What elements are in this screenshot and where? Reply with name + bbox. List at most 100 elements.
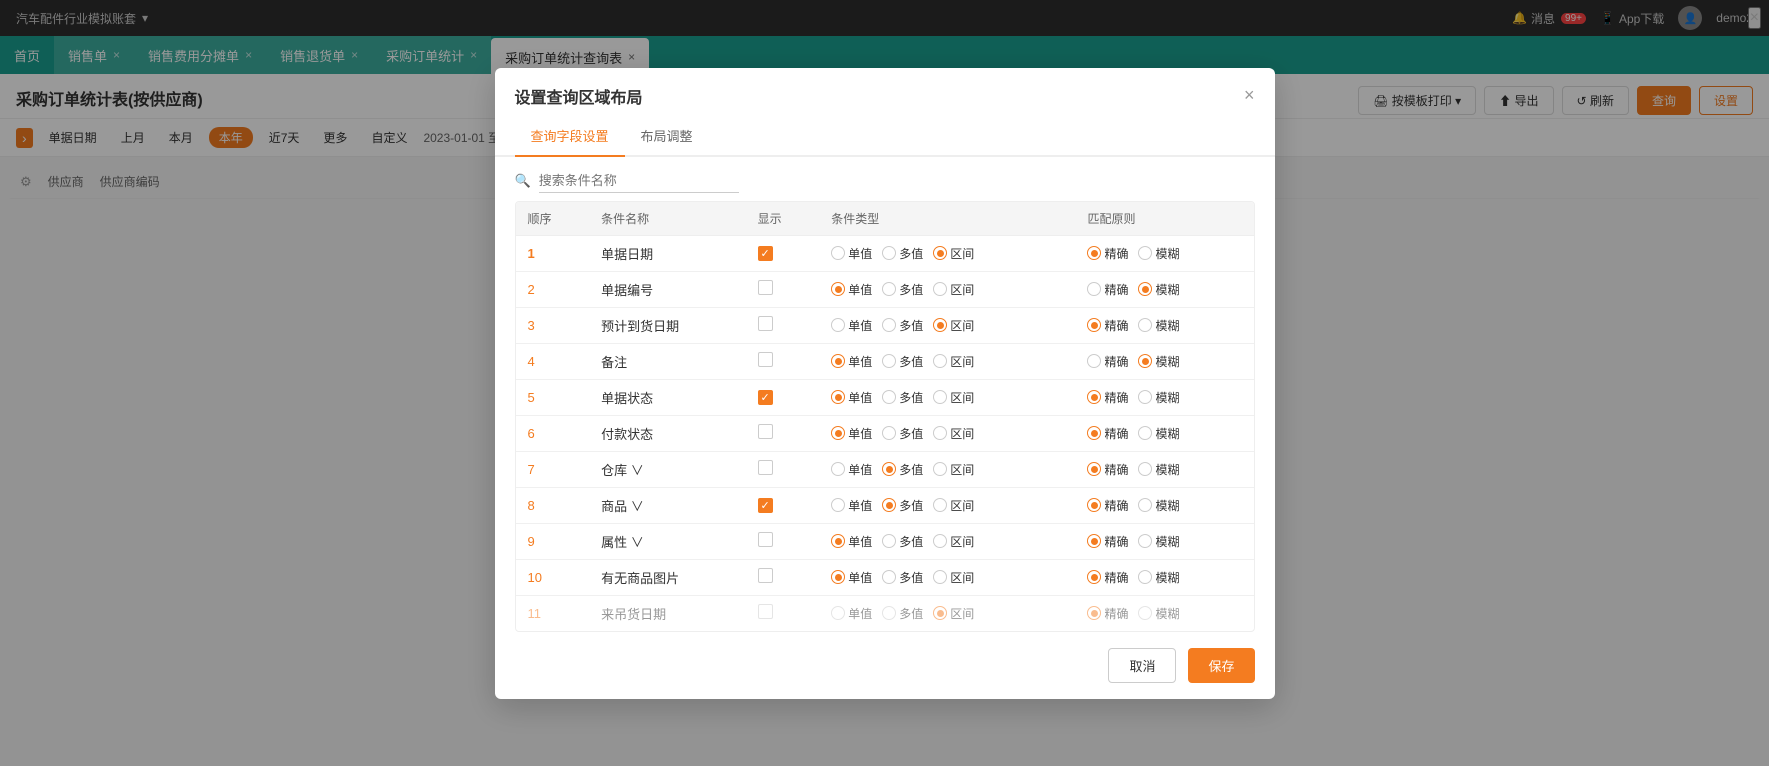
radio-match-模糊-2[interactable]: 模糊 — [1138, 281, 1179, 298]
dialog-tab-layout[interactable]: 布局调整 — [625, 120, 709, 157]
radio-type-多值-9[interactable]: 多值 — [882, 533, 923, 550]
radio-type-多值-4[interactable]: 多值 — [882, 353, 923, 370]
radio-type-区间-6[interactable]: 区间 — [933, 425, 974, 442]
radio-dot-区间-6 — [933, 426, 947, 440]
radio-type-多值-11[interactable]: 多值 — [882, 605, 923, 622]
radio-type-多值-5[interactable]: 多值 — [882, 389, 923, 406]
checkbox-7[interactable] — [758, 460, 773, 475]
radio-type-多值-6[interactable]: 多值 — [882, 425, 923, 442]
radio-match-模糊-11[interactable]: 模糊 — [1138, 605, 1179, 622]
dialog: 设置查询区域布局 × 查询字段设置 布局调整 🔍 顺序 条件名称 — [495, 68, 1275, 699]
row-display-2[interactable] — [746, 271, 820, 307]
row-type-8: 单值多值区间 — [819, 487, 1075, 523]
radio-dot-多值-1 — [882, 246, 896, 260]
radio-type-区间-4[interactable]: 区间 — [933, 353, 974, 370]
radio-match-精确-7[interactable]: 精确 — [1087, 461, 1128, 478]
radio-type-单值-10[interactable]: 单值 — [831, 569, 872, 586]
checkbox-9[interactable] — [758, 532, 773, 547]
radio-type-多值-8[interactable]: 多值 — [882, 497, 923, 514]
row-display-7[interactable] — [746, 451, 820, 487]
row-type-10: 单值多值区间 — [819, 559, 1075, 595]
radio-match-精确-4[interactable]: 精确 — [1087, 353, 1128, 370]
radio-type-区间-10[interactable]: 区间 — [933, 569, 974, 586]
row-display-6[interactable] — [746, 415, 820, 451]
radio-match-模糊-6[interactable]: 模糊 — [1138, 425, 1179, 442]
radio-type-多值-3[interactable]: 多值 — [882, 317, 923, 334]
radio-match-精确-1[interactable]: 精确 — [1087, 245, 1128, 262]
row-display-9[interactable] — [746, 523, 820, 559]
radio-match-模糊-7[interactable]: 模糊 — [1138, 461, 1179, 478]
dialog-search-input[interactable] — [539, 169, 739, 193]
radio-type-区间-5[interactable]: 区间 — [933, 389, 974, 406]
radio-type-单值-8[interactable]: 单值 — [831, 497, 872, 514]
radio-dot-多值-2 — [882, 282, 896, 296]
radio-dot-单值-7 — [831, 462, 845, 476]
checkbox-1[interactable] — [758, 246, 773, 261]
row-display-4[interactable] — [746, 343, 820, 379]
dialog-footer: 取消 保存 — [495, 632, 1275, 699]
radio-match-精确-10[interactable]: 精确 — [1087, 569, 1128, 586]
radio-type-单值-5[interactable]: 单值 — [831, 389, 872, 406]
dialog-close-button[interactable]: × — [1244, 85, 1255, 106]
radio-dot-单值-11 — [831, 606, 845, 620]
radio-match-模糊-3[interactable]: 模糊 — [1138, 317, 1179, 334]
radio-match-精确-2[interactable]: 精确 — [1087, 281, 1128, 298]
checkbox-2[interactable] — [758, 280, 773, 295]
radio-match-精确-6[interactable]: 精确 — [1087, 425, 1128, 442]
dialog-search-area: 🔍 — [495, 157, 1275, 201]
row-display-11[interactable] — [746, 595, 820, 631]
radio-type-区间-8[interactable]: 区间 — [933, 497, 974, 514]
radio-type-多值-10[interactable]: 多值 — [882, 569, 923, 586]
radio-type-区间-9[interactable]: 区间 — [933, 533, 974, 550]
radio-match-模糊-9[interactable]: 模糊 — [1138, 533, 1179, 550]
radio-type-单值-6[interactable]: 单值 — [831, 425, 872, 442]
row-match-6: 精确模糊 — [1075, 415, 1253, 451]
radio-dot-多值-4 — [882, 354, 896, 368]
radio-type-单值-9[interactable]: 单值 — [831, 533, 872, 550]
radio-type-单值-2[interactable]: 单值 — [831, 281, 872, 298]
radio-type-多值-7[interactable]: 多值 — [882, 461, 923, 478]
radio-type-单值-1[interactable]: 单值 — [831, 245, 872, 262]
row-index-10: 10 — [516, 559, 590, 595]
checkbox-6[interactable] — [758, 424, 773, 439]
checkbox-4[interactable] — [758, 352, 773, 367]
radio-type-多值-2[interactable]: 多值 — [882, 281, 923, 298]
checkbox-10[interactable] — [758, 568, 773, 583]
radio-type-单值-4[interactable]: 单值 — [831, 353, 872, 370]
radio-match-模糊-4[interactable]: 模糊 — [1138, 353, 1179, 370]
radio-match-精确-5[interactable]: 精确 — [1087, 389, 1128, 406]
radio-type-区间-1[interactable]: 区间 — [933, 245, 974, 262]
radio-match-精确-3[interactable]: 精确 — [1087, 317, 1128, 334]
radio-type-单值-7[interactable]: 单值 — [831, 461, 872, 478]
row-index-4: 4 — [516, 343, 590, 379]
checkbox-3[interactable] — [758, 316, 773, 331]
radio-type-多值-1[interactable]: 多值 — [882, 245, 923, 262]
radio-match-模糊-1[interactable]: 模糊 — [1138, 245, 1179, 262]
radio-match-模糊-10[interactable]: 模糊 — [1138, 569, 1179, 586]
radio-match-精确-8[interactable]: 精确 — [1087, 497, 1128, 514]
save-button[interactable]: 保存 — [1188, 648, 1254, 683]
row-display-10[interactable] — [746, 559, 820, 595]
checkbox-8[interactable] — [758, 498, 773, 513]
row-display-1[interactable] — [746, 235, 820, 271]
radio-match-dot-模糊-7 — [1138, 462, 1152, 476]
row-display-5[interactable] — [746, 379, 820, 415]
row-index-6: 6 — [516, 415, 590, 451]
row-type-4: 单值多值区间 — [819, 343, 1075, 379]
cancel-button[interactable]: 取消 — [1108, 648, 1176, 683]
radio-type-单值-3[interactable]: 单值 — [831, 317, 872, 334]
row-display-3[interactable] — [746, 307, 820, 343]
checkbox-5[interactable] — [758, 390, 773, 405]
checkbox-11[interactable] — [758, 604, 773, 619]
radio-match-模糊-5[interactable]: 模糊 — [1138, 389, 1179, 406]
radio-match-精确-11[interactable]: 精确 — [1087, 605, 1128, 622]
radio-type-区间-2[interactable]: 区间 — [933, 281, 974, 298]
radio-type-区间-7[interactable]: 区间 — [933, 461, 974, 478]
radio-type-区间-3[interactable]: 区间 — [933, 317, 974, 334]
row-display-8[interactable] — [746, 487, 820, 523]
radio-type-区间-11[interactable]: 区间 — [933, 605, 974, 622]
radio-match-模糊-8[interactable]: 模糊 — [1138, 497, 1179, 514]
radio-type-单值-11[interactable]: 单值 — [831, 605, 872, 622]
radio-match-精确-9[interactable]: 精确 — [1087, 533, 1128, 550]
dialog-tab-query-fields[interactable]: 查询字段设置 — [515, 120, 625, 157]
